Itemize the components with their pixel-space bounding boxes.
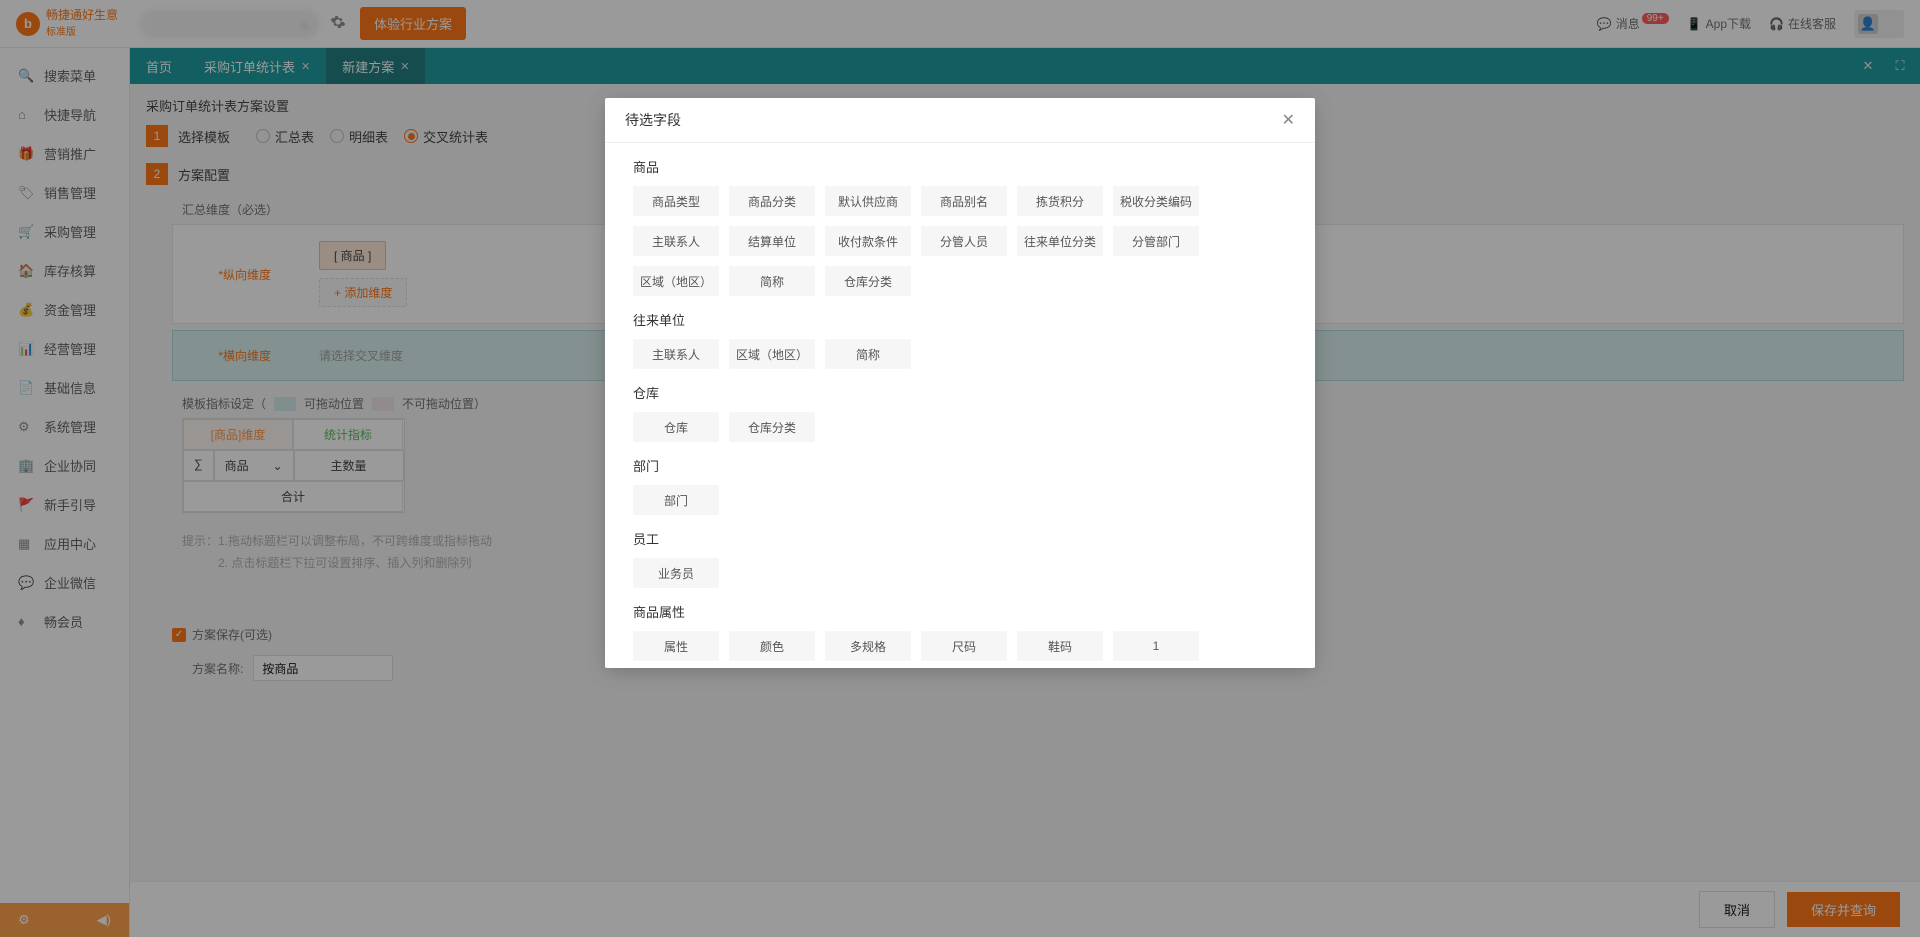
- field-group-5: 商品属性属性颜色多规格尺码鞋码 1: [633, 602, 1287, 661]
- field-chip[interactable]: 收付款条件: [825, 226, 911, 256]
- field-chip[interactable]: 简称: [729, 266, 815, 296]
- field-chip[interactable]: 简称: [825, 339, 911, 369]
- field-group-title: 往来单位: [633, 310, 1287, 329]
- field-chip[interactable]: 区域（地区）: [633, 266, 719, 296]
- modal-header: 待选字段 ✕: [605, 98, 1315, 143]
- field-selector-modal: 待选字段 ✕ 商品商品类型商品分类默认供应商商品别名拣货积分税收分类编码主联系人…: [605, 98, 1315, 668]
- field-chip[interactable]: 主联系人: [633, 339, 719, 369]
- field-group-title: 员工: [633, 529, 1287, 548]
- field-chip[interactable]: 仓库分类: [729, 412, 815, 442]
- field-group-3: 部门部门: [633, 456, 1287, 515]
- field-group-title: 商品属性: [633, 602, 1287, 621]
- modal-title: 待选字段: [625, 110, 681, 130]
- field-chip[interactable]: 属性: [633, 631, 719, 661]
- field-chip[interactable]: 仓库分类: [825, 266, 911, 296]
- field-chip[interactable]: 税收分类编码: [1113, 186, 1199, 216]
- field-group-title: 部门: [633, 456, 1287, 475]
- field-group-2: 仓库仓库仓库分类: [633, 383, 1287, 442]
- field-chip[interactable]: 默认供应商: [825, 186, 911, 216]
- field-chip[interactable]: 结算单位: [729, 226, 815, 256]
- field-group-title: 仓库: [633, 383, 1287, 402]
- field-chip[interactable]: 拣货积分: [1017, 186, 1103, 216]
- field-group-1: 往来单位主联系人区域（地区） 简称: [633, 310, 1287, 369]
- modal-overlay[interactable]: 待选字段 ✕ 商品商品类型商品分类默认供应商商品别名拣货积分税收分类编码主联系人…: [0, 0, 1920, 937]
- field-chip[interactable]: 业务员: [633, 558, 719, 588]
- field-chip[interactable]: 部门: [633, 485, 719, 515]
- field-chip[interactable]: 分管部门: [1113, 226, 1199, 256]
- field-chip[interactable]: 往来单位分类: [1017, 226, 1103, 256]
- field-group-4: 员工业务员: [633, 529, 1287, 588]
- field-chip[interactable]: 鞋码: [1017, 631, 1103, 661]
- field-chip[interactable]: 分管人员: [921, 226, 1007, 256]
- field-chip[interactable]: 商品别名: [921, 186, 1007, 216]
- field-chip[interactable]: 尺码: [921, 631, 1007, 661]
- field-chip[interactable]: 1: [1113, 631, 1199, 661]
- field-chip[interactable]: 多规格: [825, 631, 911, 661]
- modal-body: 商品商品类型商品分类默认供应商商品别名拣货积分税收分类编码主联系人结算单位收付款…: [605, 143, 1315, 668]
- field-chip[interactable]: 区域（地区）: [729, 339, 815, 369]
- modal-close-icon[interactable]: ✕: [1282, 110, 1295, 130]
- field-group-0: 商品商品类型商品分类默认供应商商品别名拣货积分税收分类编码主联系人结算单位收付款…: [633, 157, 1287, 296]
- field-chip[interactable]: 颜色: [729, 631, 815, 661]
- field-chip[interactable]: 商品分类: [729, 186, 815, 216]
- field-group-title: 商品: [633, 157, 1287, 176]
- field-chip[interactable]: 主联系人: [633, 226, 719, 256]
- field-chip[interactable]: 商品类型: [633, 186, 719, 216]
- field-chip[interactable]: 仓库: [633, 412, 719, 442]
